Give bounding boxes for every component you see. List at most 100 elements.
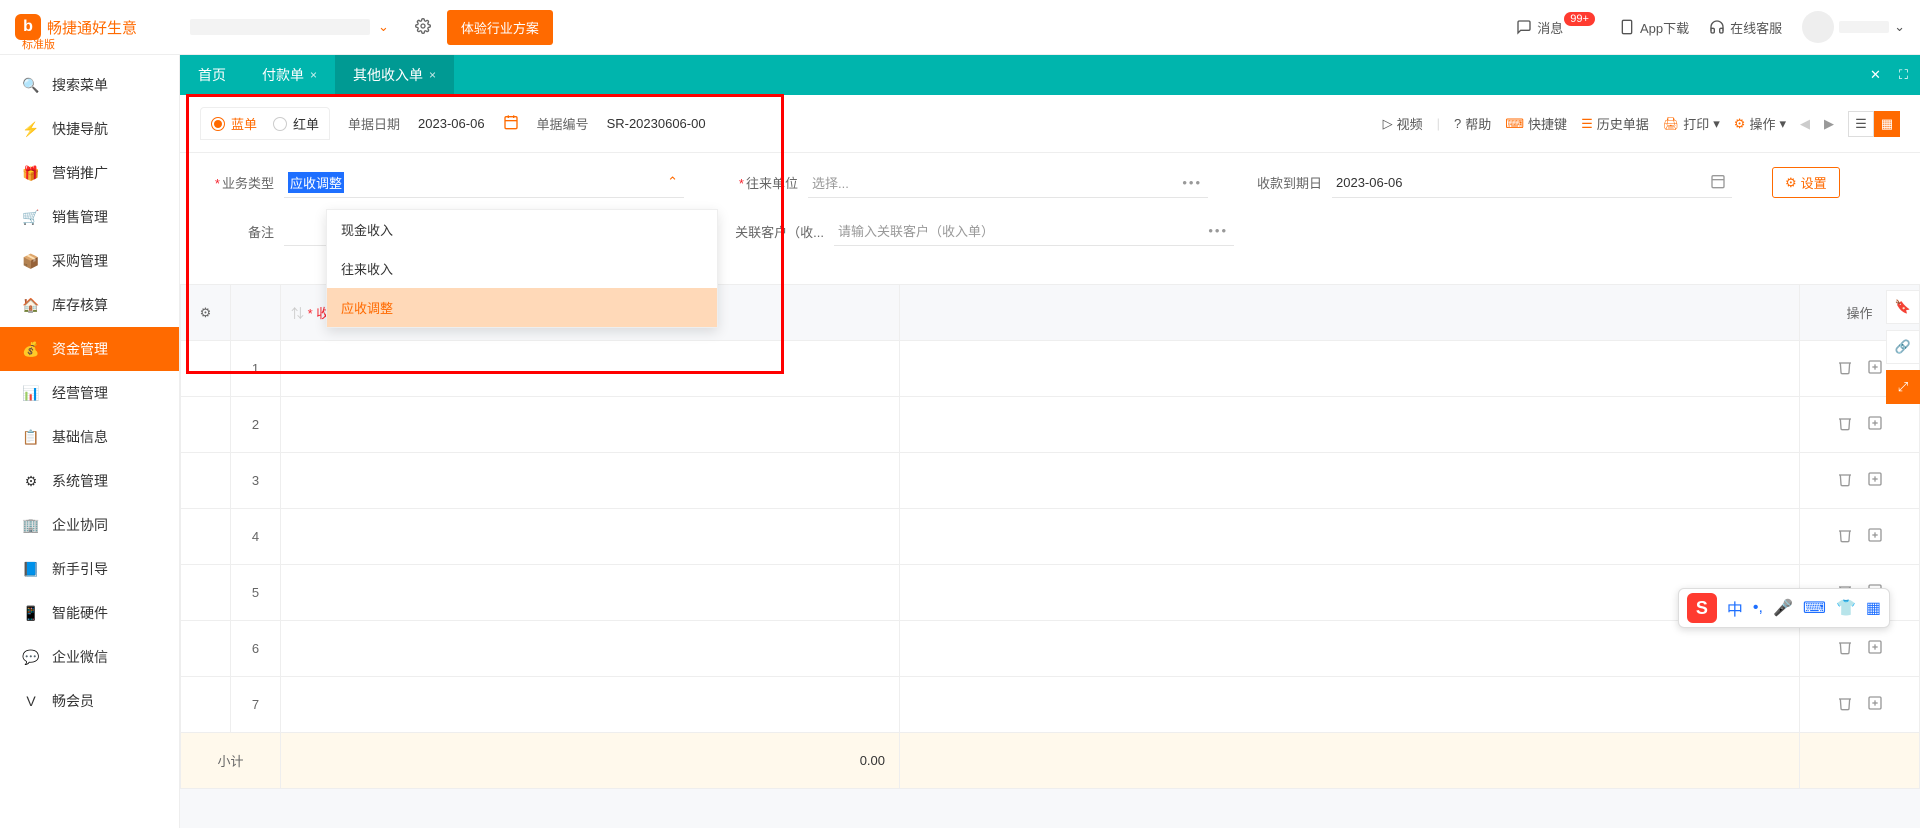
sidebar-item[interactable]: 📱智能硬件: [0, 591, 179, 635]
tab[interactable]: 付款单×: [244, 55, 335, 95]
biz-type-select[interactable]: 应收调整 ⌃: [284, 168, 684, 198]
sidebar-item[interactable]: ⚙系统管理: [0, 459, 179, 503]
online-service-link[interactable]: 在线客服: [1709, 18, 1782, 37]
sidebar-label: 资金管理: [52, 339, 108, 359]
doc-date-value[interactable]: 2023-06-06: [418, 116, 485, 131]
prev-icon[interactable]: ◀: [1800, 116, 1810, 132]
table-row[interactable]: 3: [181, 453, 1920, 509]
delete-row-icon[interactable]: [1837, 471, 1853, 490]
sidebar-item[interactable]: 💰资金管理: [0, 327, 179, 371]
sidebar-item[interactable]: V畅会员: [0, 679, 179, 723]
doc-toolbar: 蓝单 红单 单据日期 2023-06-06 单据编号 SR-20230606-0…: [180, 95, 1920, 153]
sidebar-icon: ⚙: [22, 472, 40, 490]
sidebar-item[interactable]: 📋基础信息: [0, 415, 179, 459]
rail-expand-icon[interactable]: ⤢: [1886, 370, 1920, 404]
app-download-link[interactable]: App下载: [1619, 18, 1689, 37]
add-row-icon[interactable]: [1867, 527, 1883, 546]
ime-grid-icon[interactable]: ▦: [1866, 598, 1881, 618]
org-selector[interactable]: ⌄: [180, 15, 399, 39]
sidebar-label: 营销推广: [52, 163, 108, 183]
tab-close-icon[interactable]: ×: [429, 68, 436, 82]
add-row-icon[interactable]: [1867, 471, 1883, 490]
table-row[interactable]: 1: [181, 341, 1920, 397]
tab[interactable]: 其他收入单×: [335, 55, 454, 95]
add-row-icon[interactable]: [1867, 695, 1883, 714]
table-row[interactable]: 7: [181, 677, 1920, 733]
delete-row-icon[interactable]: [1837, 527, 1853, 546]
tabbar: 首页付款单×其他收入单× ✕ ⛶: [180, 55, 1920, 95]
user-menu[interactable]: ⌄: [1802, 11, 1905, 43]
dropdown-item[interactable]: 现金收入: [327, 210, 717, 249]
ime-keyboard-icon[interactable]: ⌨: [1803, 598, 1826, 618]
biz-type-dropdown[interactable]: 现金收入往来收入应收调整: [326, 209, 718, 328]
radio-red[interactable]: 红单: [273, 114, 319, 133]
sidebar-item[interactable]: 📊经营管理: [0, 371, 179, 415]
delete-row-icon[interactable]: [1837, 695, 1853, 714]
related-customer-input[interactable]: 请输入关联客户（收入单） •••: [834, 216, 1234, 246]
view-list-icon[interactable]: ☰: [1848, 111, 1874, 137]
history-link[interactable]: ☰历史单据: [1581, 114, 1649, 133]
tab[interactable]: 首页: [180, 55, 244, 95]
sidebar-item[interactable]: 🏠库存核算: [0, 283, 179, 327]
table-row[interactable]: 5: [181, 565, 1920, 621]
sidebar-item[interactable]: 💬企业微信: [0, 635, 179, 679]
sidebar-icon: 🏢: [22, 516, 40, 534]
ime-punct-icon[interactable]: •,: [1753, 599, 1763, 617]
radio-blue[interactable]: 蓝单: [211, 114, 257, 133]
chevron-up-icon: ⌃: [667, 174, 678, 190]
sidebar-item[interactable]: 📦采购管理: [0, 239, 179, 283]
operate-link[interactable]: ⚙操作▾: [1734, 114, 1786, 133]
add-row-icon[interactable]: [1867, 359, 1883, 378]
table-config-icon[interactable]: ⚙: [181, 285, 231, 341]
ime-mic-icon[interactable]: 🎤: [1773, 598, 1793, 618]
dropdown-item[interactable]: 应收调整: [327, 288, 717, 327]
shortcut-link[interactable]: ⌨快捷键: [1505, 114, 1567, 133]
dropdown-item[interactable]: 往来收入: [327, 249, 717, 288]
sidebar-item[interactable]: 🏢企业协同: [0, 503, 179, 547]
sidebar-icon: 💬: [22, 648, 40, 666]
partner-select[interactable]: 选择... •••: [808, 168, 1208, 198]
expand-icon[interactable]: ⛶: [1895, 63, 1912, 87]
add-row-icon[interactable]: [1867, 639, 1883, 658]
table-row[interactable]: 2: [181, 397, 1920, 453]
sidebar-item[interactable]: ⚡快捷导航: [0, 107, 179, 151]
help-link[interactable]: ?帮助: [1454, 114, 1491, 133]
sidebar-icon: 🔍: [22, 76, 40, 94]
close-all-icon[interactable]: ✕: [1866, 63, 1885, 87]
sidebar-item[interactable]: 📘新手引导: [0, 547, 179, 591]
chevron-down-icon: ⌄: [378, 19, 389, 35]
table-row[interactable]: 6: [181, 621, 1920, 677]
sidebar-item[interactable]: 🔍搜索菜单: [0, 63, 179, 107]
ime-toolbar[interactable]: S 中 •, 🎤 ⌨ 👕 ▦: [1678, 588, 1890, 628]
settings-button[interactable]: ⚙ 设置: [1772, 167, 1840, 198]
partner-field: *往来单位 选择... •••: [724, 168, 1208, 198]
ime-skin-icon[interactable]: 👕: [1836, 598, 1856, 618]
ime-lang[interactable]: 中: [1727, 596, 1743, 620]
avatar: [1802, 11, 1834, 43]
due-date-input[interactable]: 2023-06-06: [1332, 168, 1732, 198]
view-card-icon[interactable]: ▦: [1874, 111, 1900, 137]
row-number: 4: [231, 509, 281, 565]
more-icon: •••: [1208, 223, 1228, 238]
rail-link-icon[interactable]: 🔗: [1886, 330, 1920, 364]
print-link[interactable]: 🖨打印▾: [1663, 114, 1720, 133]
table-row[interactable]: 4: [181, 509, 1920, 565]
add-row-icon[interactable]: [1867, 415, 1883, 434]
rail-attach-icon[interactable]: 🔖: [1886, 290, 1920, 324]
next-icon[interactable]: ▶: [1824, 116, 1834, 132]
ime-logo-icon: S: [1687, 593, 1717, 623]
delete-row-icon[interactable]: [1837, 359, 1853, 378]
gear-icon[interactable]: [411, 14, 435, 41]
delete-row-icon[interactable]: [1837, 639, 1853, 658]
sidebar-item[interactable]: 🛒销售管理: [0, 195, 179, 239]
sidebar-item[interactable]: 🎁营销推广: [0, 151, 179, 195]
messages-link[interactable]: 消息 99+: [1516, 18, 1599, 37]
calendar-icon[interactable]: [503, 114, 519, 133]
row-number: 1: [231, 341, 281, 397]
video-link[interactable]: ▷视频: [1383, 114, 1423, 133]
right-rail: 🔖 🔗 ⤢: [1886, 290, 1920, 404]
sidebar-icon: 📱: [22, 604, 40, 622]
delete-row-icon[interactable]: [1837, 415, 1853, 434]
tab-close-icon[interactable]: ×: [310, 68, 317, 82]
experience-button[interactable]: 体验行业方案: [447, 10, 553, 45]
